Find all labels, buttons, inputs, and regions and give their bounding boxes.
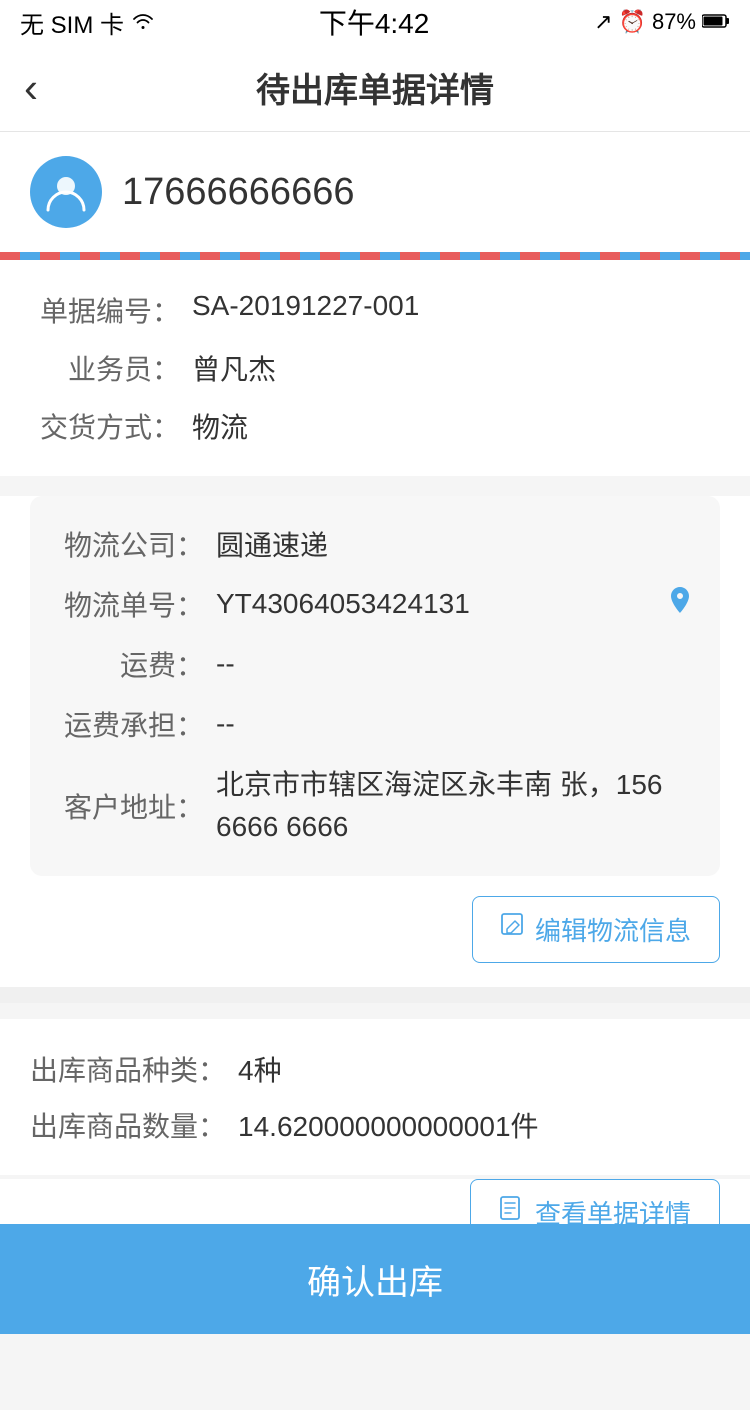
freight-row: 运费： -- bbox=[54, 644, 696, 684]
gps-icon: ↗ bbox=[594, 9, 612, 35]
nav-bar: ‹ 待出库单据详情 bbox=[0, 44, 750, 132]
address-row: 客户地址： 北京市市辖区海淀区永丰南 张，156 6666 6666 bbox=[54, 764, 696, 848]
freight-label: 运费： bbox=[54, 644, 204, 684]
user-header: 17666666666 bbox=[0, 132, 750, 252]
delivery-value: 物流 bbox=[192, 406, 720, 446]
doc-number-value: SA-20191227-001 bbox=[192, 290, 720, 322]
product-quantity-value: 14.620000000000001件 bbox=[238, 1105, 539, 1145]
salesman-label: 业务员： bbox=[30, 348, 180, 388]
tracking-value: YT43064053424131 bbox=[216, 588, 654, 620]
battery-icon bbox=[702, 9, 730, 35]
freight-bear-label: 运费承担： bbox=[54, 704, 204, 744]
status-right: ↗ ⏰ 87% bbox=[594, 9, 730, 35]
delivery-row: 交货方式： 物流 bbox=[30, 406, 720, 446]
freight-bear-row: 运费承担： -- bbox=[54, 704, 696, 744]
address-value: 北京市市辖区海淀区永丰南 张，156 6666 6666 bbox=[216, 764, 696, 848]
battery-text: 87% bbox=[652, 9, 696, 35]
address-label: 客户地址： bbox=[54, 786, 204, 826]
delivery-label: 交货方式： bbox=[30, 406, 180, 446]
back-button[interactable]: ‹ bbox=[24, 64, 38, 112]
tracking-row: 物流单号： YT43064053424131 bbox=[54, 584, 696, 624]
product-types-value: 4种 bbox=[238, 1049, 282, 1089]
avatar bbox=[30, 156, 102, 228]
confirm-button-label: 确认出库 bbox=[307, 1255, 443, 1304]
product-types-label: 出库商品种类： bbox=[30, 1049, 226, 1089]
section-separator bbox=[0, 987, 750, 1003]
page-title: 待出库单据详情 bbox=[256, 63, 494, 112]
tracking-label: 物流单号： bbox=[54, 584, 204, 624]
product-quantity-label: 出库商品数量： bbox=[30, 1105, 226, 1145]
status-time: 下午4:42 bbox=[319, 2, 430, 42]
edit-btn-wrap: 编辑物流信息 bbox=[0, 896, 750, 987]
location-pin-icon[interactable] bbox=[664, 584, 696, 624]
product-quantity-row: 出库商品数量： 14.620000000000001件 bbox=[30, 1105, 720, 1145]
product-types-row: 出库商品种类： 4种 bbox=[30, 1049, 720, 1089]
doc-number-label: 单据编号： bbox=[30, 290, 180, 330]
edit-logistics-label: 编辑物流信息 bbox=[535, 911, 691, 948]
logistics-company-row: 物流公司： 圆通速递 bbox=[54, 524, 696, 564]
status-left: 无 SIM 卡 bbox=[20, 5, 154, 40]
confirm-btn-wrap[interactable]: 确认出库 bbox=[0, 1224, 750, 1334]
logistics-card: 物流公司： 圆通速递 物流单号： YT43064053424131 运费： --… bbox=[30, 496, 720, 876]
alarm-icon: ⏰ bbox=[619, 9, 646, 35]
logistics-company-value: 圆通速递 bbox=[216, 524, 696, 564]
edit-icon bbox=[501, 913, 527, 946]
status-bar: 无 SIM 卡 下午4:42 ↗ ⏰ 87% bbox=[0, 0, 750, 44]
stats-section: 出库商品种类： 4种 出库商品数量： 14.620000000000001件 bbox=[0, 1019, 750, 1175]
logistics-company-label: 物流公司： bbox=[54, 524, 204, 564]
dashed-divider bbox=[0, 252, 750, 260]
carrier-text: 无 SIM 卡 bbox=[20, 5, 124, 40]
salesman-row: 业务员： 曾凡杰 bbox=[30, 348, 720, 388]
logistics-section: 物流公司： 圆通速递 物流单号： YT43064053424131 运费： --… bbox=[0, 496, 750, 987]
salesman-value: 曾凡杰 bbox=[192, 348, 720, 388]
doc-number-row: 单据编号： SA-20191227-001 bbox=[30, 290, 720, 330]
freight-value: -- bbox=[216, 648, 696, 680]
basic-info-section: 单据编号： SA-20191227-001 业务员： 曾凡杰 交货方式： 物流 bbox=[0, 260, 750, 476]
edit-logistics-button[interactable]: 编辑物流信息 bbox=[472, 896, 720, 963]
user-phone: 17666666666 bbox=[122, 171, 354, 214]
wifi-icon bbox=[132, 8, 154, 36]
freight-bear-value: -- bbox=[216, 708, 696, 740]
